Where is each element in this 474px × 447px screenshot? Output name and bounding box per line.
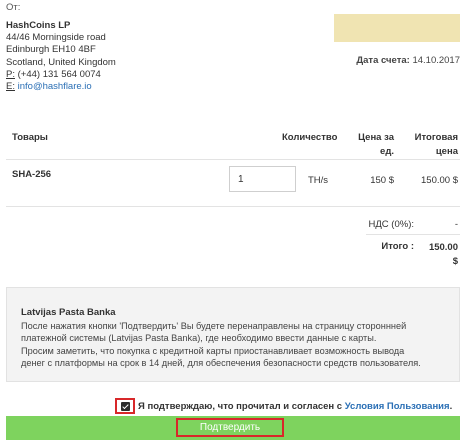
seller-phone: (+44) 131 564 0074 (14, 68, 101, 80)
seller-address-line3: Scotland, United Kingdom (6, 56, 116, 68)
invoice-date: Дата счета: 14.10.2017 (356, 55, 460, 66)
total-value-line2: $ (452, 256, 458, 267)
header-divider (6, 159, 460, 160)
payment-title: Latvijas Pasta Banka (21, 307, 116, 318)
invoice-date-value: 14.10.2017 (409, 55, 460, 66)
header-quantity: Количество (282, 132, 338, 143)
payment-description: После нажатия кнопки 'Подтвердить' Вы бу… (21, 320, 451, 369)
payment-line1: После нажатия кнопки 'Подтвердить' Вы бу… (21, 321, 407, 331)
submit-button[interactable]: Подтвердить (176, 418, 284, 437)
payment-line3: Просим заметить, что покупка с кредитной… (21, 345, 405, 356)
vat-value: - (454, 219, 458, 230)
total-value-line1: 150.00 (428, 242, 458, 253)
agreement-end: . (449, 401, 453, 412)
agree-checkbox-highlight (115, 398, 135, 414)
agree-checkbox[interactable] (121, 402, 130, 411)
payment-info-panel: Latvijas Pasta Banka После нажатия кнопк… (6, 287, 460, 382)
agreement-label: Я подтверждаю, что прочитал и согласен с (138, 401, 345, 412)
header-total: Итоговая цена (400, 131, 458, 159)
agreement-text: Я подтверждаю, что прочитал и согласен с… (138, 401, 452, 412)
total-label: Итого : (381, 241, 414, 252)
quantity-input[interactable]: 1 (229, 166, 296, 192)
seller-address-line1: 44/46 Morningside road (6, 32, 106, 44)
terms-link[interactable]: Условия Пользования (345, 401, 450, 412)
from-label: От: (6, 2, 21, 13)
vat-divider (366, 234, 460, 235)
header-item: Товары (12, 132, 48, 143)
vat-label: НДС (0%): (368, 219, 415, 230)
seller-email-link[interactable]: info@hashflare.io (15, 81, 92, 92)
phone-prefix: P: (6, 68, 15, 80)
seller-info: HashCoins LP 44/46 Morningside road Edin… (6, 20, 116, 93)
header-price-line2: ед. (380, 146, 394, 157)
row-total: 150.00 $ (421, 175, 458, 186)
redacted-highlight (334, 14, 460, 42)
header-price-line1: Цена за (358, 132, 394, 143)
row-divider (6, 206, 460, 207)
row-unit: TH/s (308, 175, 329, 186)
payment-line4: денег с платформы на срок в 14 дней, для… (21, 357, 421, 368)
seller-email-row: E: info@hashflare.io (6, 81, 116, 93)
email-prefix: E: (6, 81, 15, 93)
total-value: 150.00 $ (420, 241, 458, 269)
header-price: Цена за ед. (352, 131, 394, 159)
invoice-date-label: Дата счета: (356, 55, 410, 66)
header-total-line2: цена (435, 146, 458, 157)
submit-bar[interactable]: Подтвердить (6, 416, 460, 440)
payment-line2: платежной системы (Latvijas Pasta Banka)… (21, 333, 377, 344)
seller-address-line2: Edinburgh EH10 4BF (6, 44, 96, 56)
seller-name: HashCoins LP (6, 20, 71, 31)
seller-phone-row: P: (+44) 131 564 0074 (6, 69, 116, 81)
header-total-line1: Итоговая (414, 132, 458, 143)
row-item: SHA-256 (12, 169, 52, 180)
row-price: 150 $ (370, 175, 394, 186)
